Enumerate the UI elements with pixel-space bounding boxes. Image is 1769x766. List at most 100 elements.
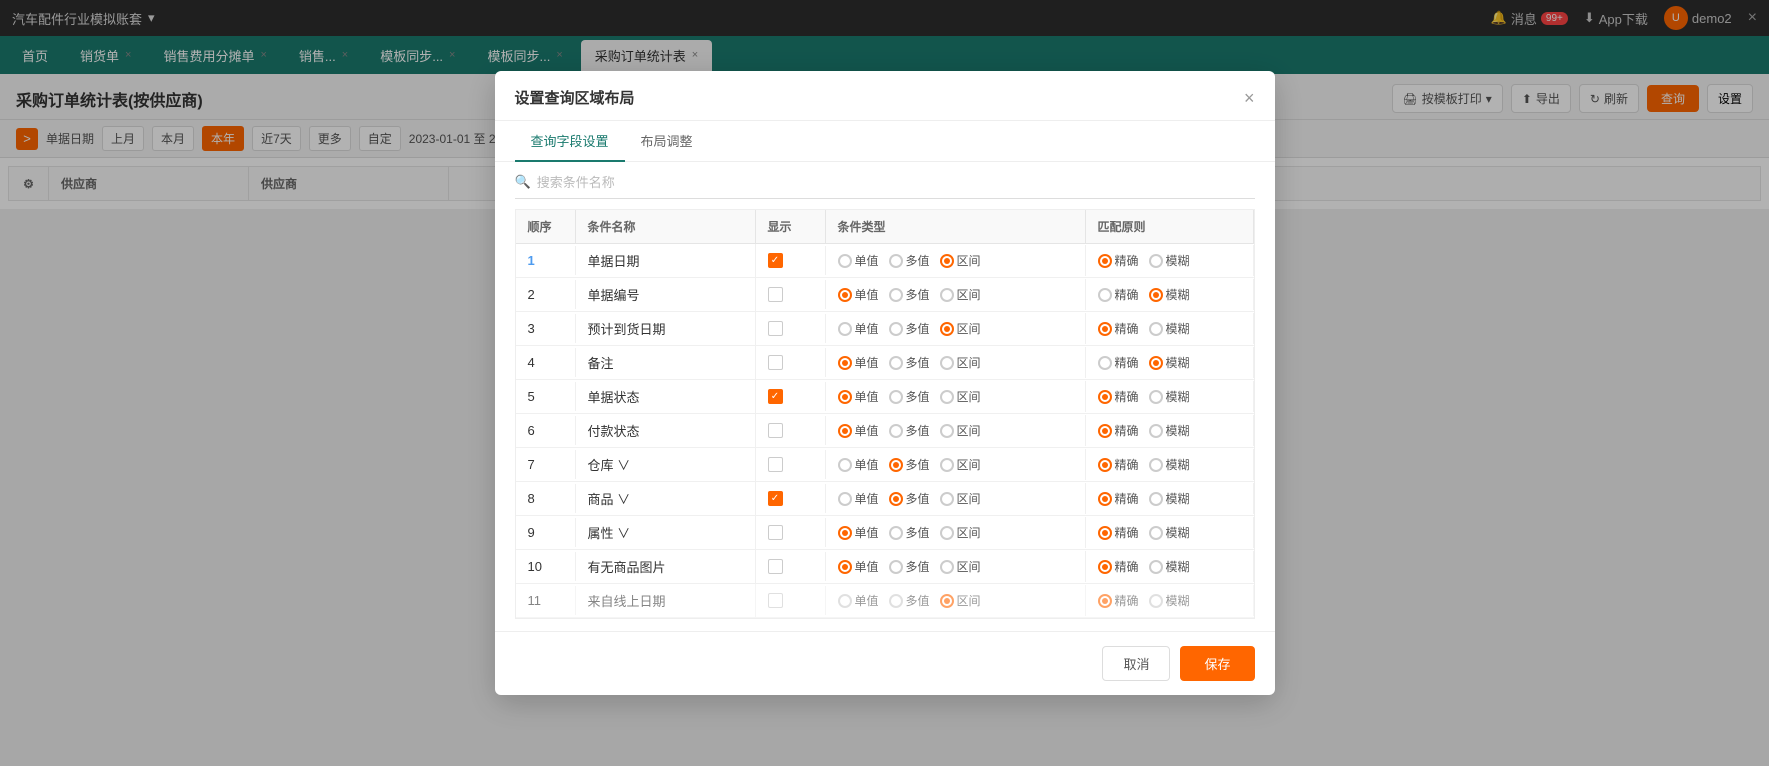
match-exact-8[interactable]: 精确 (1098, 490, 1139, 507)
type-multi-10[interactable]: 多值 (889, 558, 930, 575)
checkbox-10[interactable] (768, 559, 783, 574)
type-single-3[interactable]: 单值 (838, 320, 879, 337)
search-icon: 🔍 (515, 174, 531, 190)
type-range-5[interactable]: 区间 (940, 388, 981, 405)
match-exact-7[interactable]: 精确 (1098, 456, 1139, 473)
cell-type-10: 单值 多值 区间 (826, 551, 1086, 582)
checkbox-11[interactable] (768, 593, 783, 608)
condition-name-1: 单据日期 (588, 251, 640, 270)
match-fuzzy-4[interactable]: 模糊 (1149, 354, 1190, 371)
match-radio-group-4: 精确 模糊 (1098, 354, 1190, 371)
match-exact-2[interactable]: 精确 (1098, 286, 1139, 303)
type-multi-7[interactable]: 多值 (889, 456, 930, 473)
cell-display-9[interactable] (756, 518, 826, 547)
type-multi-5[interactable]: 多值 (889, 388, 930, 405)
match-fuzzy-3[interactable]: 模糊 (1149, 320, 1190, 337)
match-fuzzy-5[interactable]: 模糊 (1149, 388, 1190, 405)
match-exact-5[interactable]: 精确 (1098, 388, 1139, 405)
type-range-2[interactable]: 区间 (940, 286, 981, 303)
type-range-8[interactable]: 区间 (940, 490, 981, 507)
cell-display-2[interactable] (756, 280, 826, 309)
type-multi-6[interactable]: 多值 (889, 422, 930, 439)
match-fuzzy-11[interactable]: 模糊 (1149, 592, 1190, 609)
dialog-close-button[interactable]: × (1244, 89, 1255, 107)
match-exact-6[interactable]: 精确 (1098, 422, 1139, 439)
cell-display-11[interactable] (756, 586, 826, 615)
type-range-3[interactable]: 区间 (940, 320, 981, 337)
match-exact-1[interactable]: 精确 (1098, 252, 1139, 269)
type-single-8[interactable]: 单值 (838, 490, 879, 507)
cell-display-4[interactable] (756, 348, 826, 377)
type-single-10[interactable]: 单值 (838, 558, 879, 575)
cell-display-3[interactable] (756, 314, 826, 343)
table-row: 2 单据编号 单值 (516, 278, 1254, 312)
type-multi-1[interactable]: 多值 (889, 252, 930, 269)
match-radio-group-1: 精确 模糊 (1098, 252, 1190, 269)
checkbox-6[interactable] (768, 423, 783, 438)
type-multi-2[interactable]: 多值 (889, 286, 930, 303)
cell-display-7[interactable] (756, 450, 826, 479)
checkbox-1[interactable]: ✓ (768, 253, 783, 268)
conditions-table-header: 顺序 条件名称 显示 条件类型 匹配原则 (516, 210, 1254, 244)
type-single-11[interactable]: 单值 (838, 592, 879, 609)
type-multi-9[interactable]: 多值 (889, 524, 930, 541)
checkbox-4[interactable] (768, 355, 783, 370)
type-range-1[interactable]: 区间 (940, 252, 981, 269)
match-fuzzy-8[interactable]: 模糊 (1149, 490, 1190, 507)
checkbox-8[interactable]: ✓ (768, 491, 783, 506)
cancel-button[interactable]: 取消 (1102, 646, 1170, 681)
cell-display-6[interactable] (756, 416, 826, 445)
checkbox-9[interactable] (768, 525, 783, 540)
radio-range-circle-3 (940, 322, 954, 336)
cell-name-5: 单据状态 (576, 380, 756, 413)
match-exact-4[interactable]: 精确 (1098, 354, 1139, 371)
type-range-9[interactable]: 区间 (940, 524, 981, 541)
match-exact-10[interactable]: 精确 (1098, 558, 1139, 575)
type-single-6[interactable]: 单值 (838, 422, 879, 439)
cell-name-1: 单据日期 (576, 244, 756, 277)
type-range-11[interactable]: 区间 (940, 592, 981, 609)
tab-layout[interactable]: 布局调整 (625, 121, 709, 162)
match-fuzzy-6[interactable]: 模糊 (1149, 422, 1190, 439)
cell-match-11: 精确 模糊 (1086, 585, 1254, 616)
match-exact-11[interactable]: 精确 (1098, 592, 1139, 609)
type-single-5[interactable]: 单值 (838, 388, 879, 405)
type-single-2[interactable]: 单值 (838, 286, 879, 303)
match-fuzzy-9[interactable]: 模糊 (1149, 524, 1190, 541)
type-single-9[interactable]: 单值 (838, 524, 879, 541)
type-single-4[interactable]: 单值 (838, 354, 879, 371)
type-radio-group-3: 单值 多值 区间 (838, 320, 981, 337)
cell-type-11: 单值 多值 区间 (826, 585, 1086, 616)
cell-display-10[interactable] (756, 552, 826, 581)
cell-display-5[interactable]: ✓ (756, 382, 826, 411)
type-radio-group-7: 单值 多值 区间 (838, 456, 981, 473)
type-single-7[interactable]: 单值 (838, 456, 879, 473)
match-exact-3[interactable]: 精确 (1098, 320, 1139, 337)
type-range-7[interactable]: 区间 (940, 456, 981, 473)
type-range-10[interactable]: 区间 (940, 558, 981, 575)
type-multi-3[interactable]: 多值 (889, 320, 930, 337)
type-multi-4[interactable]: 多值 (889, 354, 930, 371)
search-input[interactable] (537, 175, 737, 190)
match-fuzzy-7[interactable]: 模糊 (1149, 456, 1190, 473)
radio-range-circle-9 (940, 526, 954, 540)
match-fuzzy-10[interactable]: 模糊 (1149, 558, 1190, 575)
cell-display-1[interactable]: ✓ (756, 246, 826, 275)
type-multi-8[interactable]: 多值 (889, 490, 930, 507)
type-range-4[interactable]: 区间 (940, 354, 981, 371)
match-fuzzy-2[interactable]: 模糊 (1149, 286, 1190, 303)
cell-display-8[interactable]: ✓ (756, 484, 826, 513)
checkbox-7[interactable] (768, 457, 783, 472)
checkbox-5[interactable]: ✓ (768, 389, 783, 404)
type-single-1[interactable]: 单值 (838, 252, 879, 269)
save-button[interactable]: 保存 (1180, 646, 1254, 681)
match-fuzzy-1[interactable]: 模糊 (1149, 252, 1190, 269)
type-multi-11[interactable]: 多值 (889, 592, 930, 609)
type-range-6[interactable]: 区间 (940, 422, 981, 439)
tab-fields[interactable]: 查询字段设置 (515, 121, 625, 162)
cell-match-5: 精确 模糊 (1086, 381, 1254, 412)
checkbox-3[interactable] (768, 321, 783, 336)
radio-exact-circle-10 (1098, 560, 1112, 574)
checkbox-2[interactable] (768, 287, 783, 302)
match-exact-9[interactable]: 精确 (1098, 524, 1139, 541)
